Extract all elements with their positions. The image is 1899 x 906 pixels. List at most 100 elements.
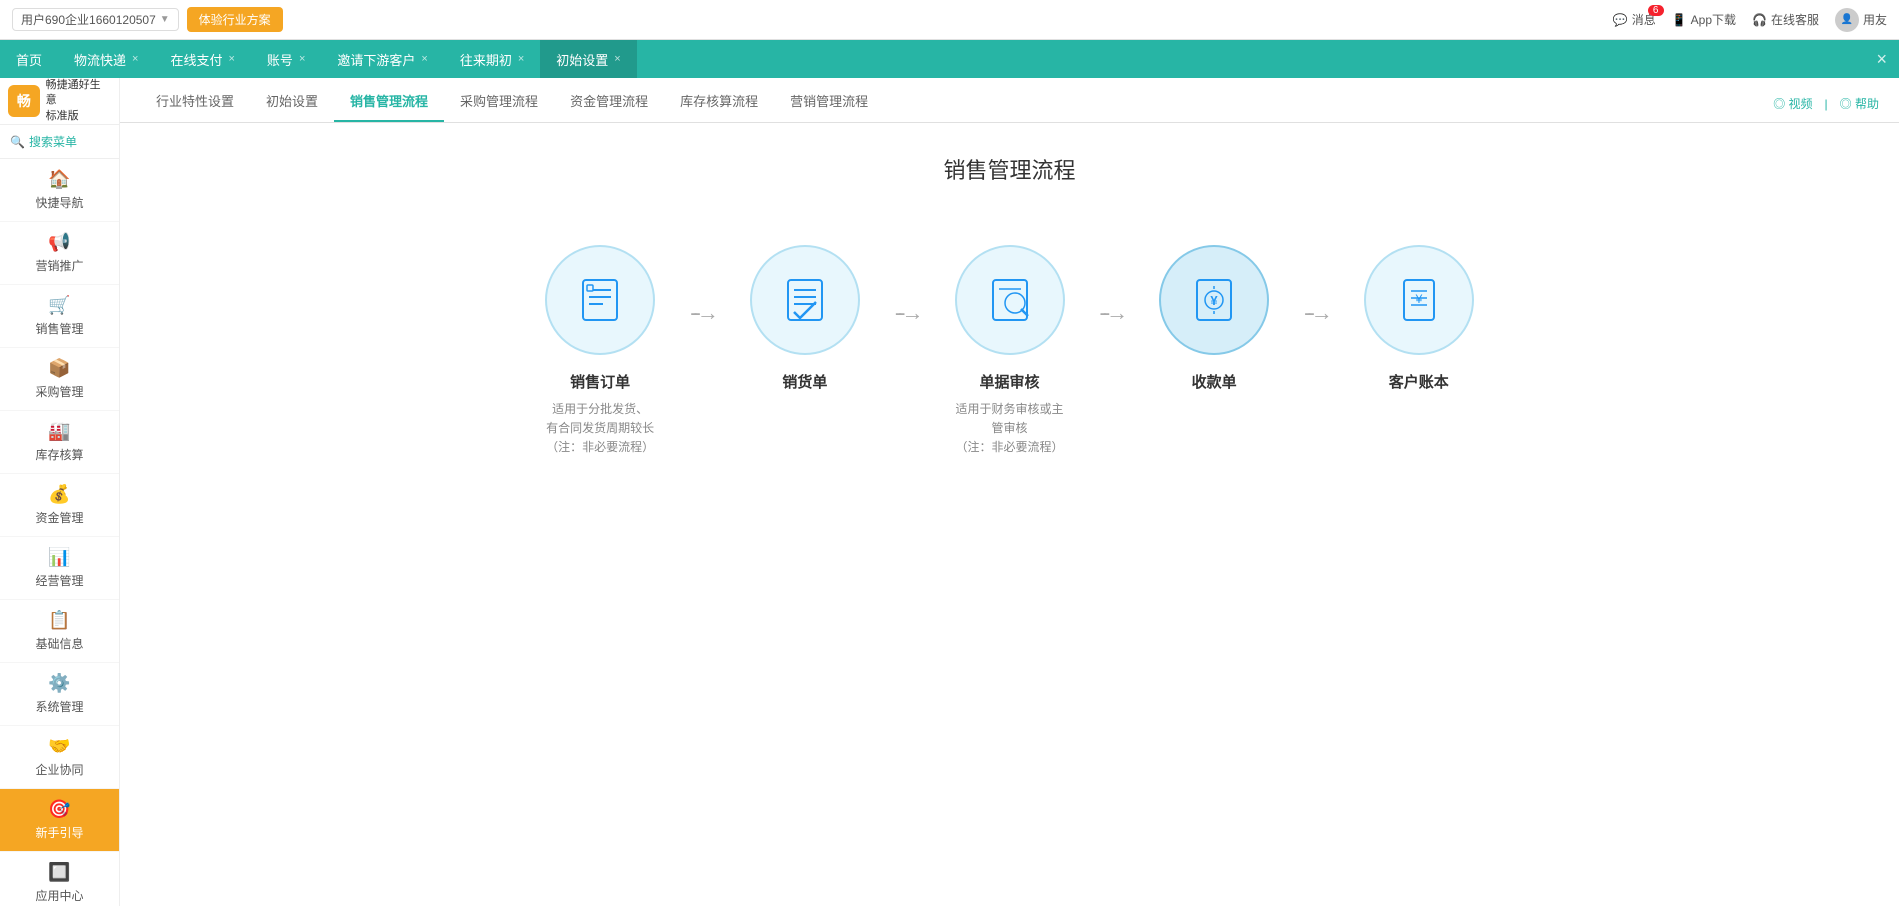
message-badge: 6	[1648, 5, 1664, 16]
flow-desc-sales-order: 适用于分批发货、有合同发货周期较长（注：非必要流程）	[546, 400, 654, 458]
flow-label-sales-bill: 销货单	[782, 371, 827, 392]
flow-arrow-2: --→	[885, 300, 930, 326]
flow-arrow-4: --→	[1294, 300, 1339, 326]
home-icon: 🏠	[48, 169, 70, 190]
sub-tab-finance-flow-label: 资金管理流程	[570, 94, 648, 109]
sub-tab-marketing-flow[interactable]: 营销管理流程	[774, 91, 884, 122]
sub-tab-purchase-flow-label: 采购管理流程	[460, 94, 538, 109]
sub-tab-initial-label: 初始设置	[266, 94, 318, 109]
divider: |	[1825, 97, 1828, 111]
flow-item-account-book: ¥ 客户账本	[1339, 245, 1499, 400]
avatar: 👤	[1835, 8, 1859, 32]
guide-icon: 🎯	[48, 799, 70, 820]
sidebar-item-label: 营销推广	[35, 257, 83, 274]
nav-tab-payment[interactable]: 在线支付 ×	[154, 40, 250, 78]
sidebar-item-finance[interactable]: 💰 资金管理	[0, 474, 119, 537]
sidebar-item-sales[interactable]: 🛒 销售管理	[0, 285, 119, 348]
nav-tab-logistics[interactable]: 物流快递 ×	[58, 40, 154, 78]
sidebar: 畅 畅捷通好生意 标准版 🔍 搜索菜单 🏠 快捷导航 📢 营销推广 🛒 销售管理…	[0, 78, 120, 906]
sub-tab-purchase-flow[interactable]: 采购管理流程	[444, 91, 554, 122]
sub-tab-actions: ◎ 视频 | ◎ 帮助	[1773, 95, 1879, 122]
flow-item-sales-order: 销售订单 适用于分批发货、有合同发货周期较长（注：非必要流程）	[520, 245, 680, 458]
sidebar-item-operation[interactable]: 📊 经营管理	[0, 537, 119, 600]
sidebar-item-enterprise-collab[interactable]: 🤝 企业协同	[0, 726, 119, 789]
app-label: App下载	[1691, 11, 1736, 28]
app-download-button[interactable]: 📱 App下载	[1672, 11, 1736, 28]
user-select[interactable]: 用户690企业1660120507 ▼	[12, 8, 179, 31]
service-icon: 🎧	[1752, 13, 1767, 27]
sidebar-item-label: 新手引导	[35, 824, 83, 841]
nav-tab-period[interactable]: 往来期初 ×	[444, 40, 540, 78]
sales-icon: 🛒	[48, 295, 70, 316]
sidebar-item-label: 经营管理	[35, 572, 83, 589]
flow-circle-sales-bill	[750, 245, 860, 355]
close-icon[interactable]: ×	[614, 53, 620, 65]
close-icon[interactable]: ×	[132, 53, 138, 65]
flow-item-receipt: ¥ 收款单	[1134, 245, 1294, 400]
basic-info-icon: 📋	[48, 610, 70, 631]
experience-button[interactable]: 体验行业方案	[187, 7, 283, 32]
message-button[interactable]: 💬 消息 6	[1613, 11, 1656, 28]
close-icon[interactable]: ×	[518, 53, 524, 65]
flow-arrow-3: --→	[1090, 300, 1135, 326]
logo-icon: 畅	[8, 85, 40, 117]
flow-item-sales-bill: 销货单	[725, 245, 885, 400]
sidebar-item-label: 快捷导航	[35, 194, 83, 211]
sub-tab-finance-flow[interactable]: 资金管理流程	[554, 91, 664, 122]
nav-tab-account[interactable]: 账号 ×	[251, 40, 321, 78]
nav-tab-invite[interactable]: 邀请下游客户 ×	[321, 40, 443, 78]
close-icon[interactable]: ×	[299, 53, 305, 65]
user-name: 用友	[1863, 11, 1887, 28]
sub-tab-initial[interactable]: 初始设置	[250, 91, 334, 122]
close-icon[interactable]: ×	[421, 53, 427, 65]
sidebar-search[interactable]: 🔍 搜索菜单	[0, 125, 119, 159]
sidebar-item-marketing[interactable]: 📢 营销推广	[0, 222, 119, 285]
video-button[interactable]: ◎ 视频	[1773, 95, 1812, 112]
page-body: 销售管理流程 销售订单 适用于分批发货、有合同	[120, 123, 1899, 906]
flow-item-audit: 单据审核 适用于财务审核或主管审核（注：非必要流程）	[930, 245, 1090, 458]
flow-label-account-book: 客户账本	[1389, 371, 1449, 392]
user-label: 用户690企业1660120507	[21, 11, 156, 28]
sub-tabs: 行业特性设置 初始设置 销售管理流程 采购管理流程 资金管理流程 库存核算流程 …	[120, 78, 1899, 123]
flow-label-receipt: 收款单	[1192, 371, 1237, 392]
sidebar-item-new-guide[interactable]: 🎯 新手引导	[0, 789, 119, 852]
sidebar-item-purchase[interactable]: 📦 采购管理	[0, 348, 119, 411]
operation-icon: 📊	[48, 547, 70, 568]
nav-tab-payment-label: 在线支付	[170, 50, 222, 69]
flow-chart: 销售订单 适用于分批发货、有合同发货周期较长（注：非必要流程） --→	[160, 245, 1859, 458]
online-service-button[interactable]: 🎧 在线客服	[1752, 11, 1819, 28]
svg-text:¥: ¥	[1414, 292, 1422, 306]
nav-tab-home[interactable]: 首页	[0, 40, 58, 78]
sidebar-item-system[interactable]: ⚙️ 系统管理	[0, 663, 119, 726]
sidebar-item-basic-info[interactable]: 📋 基础信息	[0, 600, 119, 663]
nav-tab-invite-label: 邀请下游客户	[337, 50, 415, 69]
sub-tab-sales-flow[interactable]: 销售管理流程	[334, 91, 444, 122]
sub-tab-industry[interactable]: 行业特性设置	[140, 91, 250, 122]
close-icon[interactable]: ×	[228, 53, 234, 65]
user-profile-button[interactable]: 👤 用友	[1835, 8, 1887, 32]
sidebar-item-inventory[interactable]: 🏭 库存核算	[0, 411, 119, 474]
chevron-down-icon: ▼	[160, 14, 170, 25]
nav-tab-period-label: 往来期初	[460, 50, 512, 69]
sidebar-item-label: 资金管理	[35, 509, 83, 526]
top-bar-left: 用户690企业1660120507 ▼ 体验行业方案	[12, 7, 283, 32]
sidebar-item-quick-nav[interactable]: 🏠 快捷导航	[0, 159, 119, 222]
close-all-tabs-button[interactable]: ×	[1864, 49, 1899, 70]
nav-tabs: 首页 物流快递 × 在线支付 × 账号 × 邀请下游客户 × 往来期初 × 初始…	[0, 40, 1899, 78]
sidebar-item-label: 基础信息	[35, 635, 83, 652]
help-button[interactable]: ◎ 帮助	[1840, 95, 1879, 112]
sidebar-item-label: 系统管理	[35, 698, 83, 715]
sidebar-item-label: 销售管理	[35, 320, 83, 337]
nav-tab-initial-setup[interactable]: 初始设置 ×	[540, 40, 636, 78]
sub-tab-inventory-flow-label: 库存核算流程	[680, 94, 758, 109]
collab-icon: 🤝	[48, 736, 70, 757]
sidebar-item-app-center[interactable]: 🔲 应用中心	[0, 852, 119, 906]
top-bar: 用户690企业1660120507 ▼ 体验行业方案 💬 消息 6 📱 App下…	[0, 0, 1899, 40]
sub-tab-inventory-flow[interactable]: 库存核算流程	[664, 91, 774, 122]
sidebar-item-label: 库存核算	[35, 446, 83, 463]
search-label: 搜索菜单	[29, 133, 77, 150]
page-title: 销售管理流程	[160, 153, 1859, 185]
search-icon: 🔍	[10, 135, 25, 149]
flow-circle-audit	[955, 245, 1065, 355]
message-icon: 💬	[1613, 13, 1628, 27]
